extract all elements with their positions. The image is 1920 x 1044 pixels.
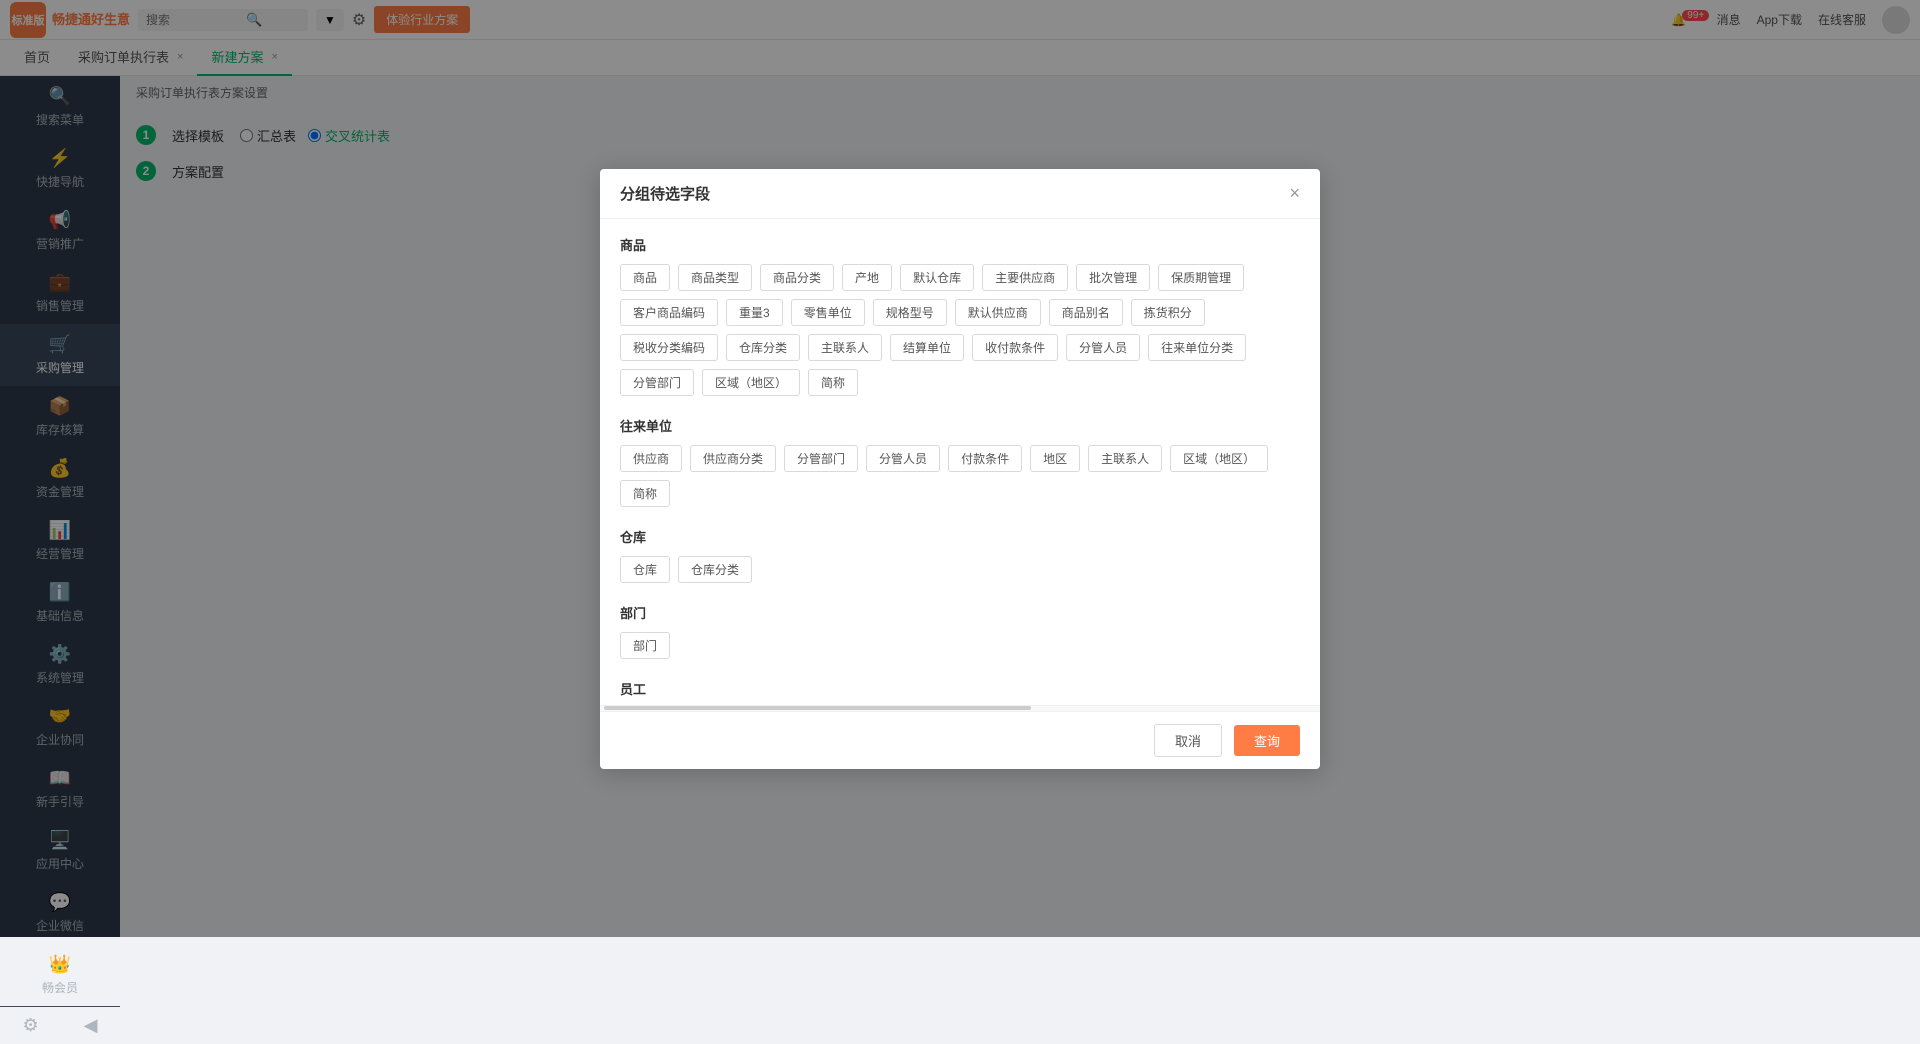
- modal-body: 商品 商品 商品类型 商品分类 产地 默认仓库 主要供应商 批次管理 保质期管理…: [600, 219, 1320, 705]
- field-tag-product-1[interactable]: 商品类型: [678, 264, 752, 291]
- field-tag-product-9[interactable]: 重量3: [726, 299, 783, 326]
- field-tag-product-21[interactable]: 往来单位分类: [1148, 334, 1246, 361]
- sidebar-item-member[interactable]: 👑 畅会员: [0, 944, 120, 1006]
- section-product-title: 商品: [620, 235, 1300, 254]
- field-tag-product-5[interactable]: 主要供应商: [982, 264, 1068, 291]
- field-tag-partner-5[interactable]: 地区: [1030, 445, 1080, 472]
- field-tag-product-17[interactable]: 主联系人: [808, 334, 882, 361]
- field-tag-product-4[interactable]: 默认仓库: [900, 264, 974, 291]
- field-tag-partner-3[interactable]: 分管人员: [866, 445, 940, 472]
- field-tag-partner-7[interactable]: 区域（地区）: [1170, 445, 1268, 472]
- field-tag-product-0[interactable]: 商品: [620, 264, 670, 291]
- field-tag-product-7[interactable]: 保质期管理: [1158, 264, 1244, 291]
- field-tag-product-19[interactable]: 收付款条件: [972, 334, 1058, 361]
- sidebar-expand-icon[interactable]: ◀: [84, 1015, 98, 1036]
- field-tag-product-3[interactable]: 产地: [842, 264, 892, 291]
- modal-header: 分组待选字段 ×: [600, 169, 1320, 219]
- modal-close-btn[interactable]: ×: [1289, 183, 1300, 204]
- field-tag-department-0[interactable]: 部门: [620, 632, 670, 659]
- field-tag-partner-1[interactable]: 供应商分类: [690, 445, 776, 472]
- field-tag-product-14[interactable]: 拣货积分: [1131, 299, 1205, 326]
- field-tag-product-24[interactable]: 简称: [808, 369, 858, 396]
- section-partner: 往来单位 供应商 供应商分类 分管部门 分管人员 付款条件 地区 主联系人 区域…: [620, 416, 1300, 507]
- section-employee-title: 员工: [620, 679, 1300, 698]
- sidebar-settings-icon[interactable]: ⚙: [23, 1015, 39, 1036]
- field-tag-product-6[interactable]: 批次管理: [1076, 264, 1150, 291]
- field-tag-warehouse-0[interactable]: 仓库: [620, 556, 670, 583]
- field-tag-product-16[interactable]: 仓库分类: [726, 334, 800, 361]
- hscroll-thumb: [604, 706, 1031, 710]
- modal-footer: 取消 查询: [600, 711, 1320, 769]
- partner-field-tags: 供应商 供应商分类 分管部门 分管人员 付款条件 地区 主联系人 区域（地区） …: [620, 445, 1300, 507]
- field-tag-product-18[interactable]: 结算单位: [890, 334, 964, 361]
- field-tag-partner-8[interactable]: 简称: [620, 480, 670, 507]
- field-tag-product-11[interactable]: 规格型号: [873, 299, 947, 326]
- field-tag-product-10[interactable]: 零售单位: [791, 299, 865, 326]
- section-partner-title: 往来单位: [620, 416, 1300, 435]
- modal-title: 分组待选字段: [620, 183, 710, 204]
- modal-confirm-btn[interactable]: 查询: [1234, 725, 1300, 756]
- field-tag-product-20[interactable]: 分管人员: [1066, 334, 1140, 361]
- department-field-tags: 部门: [620, 632, 1300, 659]
- section-employee: 员工 业务员: [620, 679, 1300, 705]
- product-field-tags: 商品 商品类型 商品分类 产地 默认仓库 主要供应商 批次管理 保质期管理 客户…: [620, 264, 1300, 396]
- member-icon: 👑: [49, 954, 71, 975]
- field-tag-partner-2[interactable]: 分管部门: [784, 445, 858, 472]
- section-warehouse-title: 仓库: [620, 527, 1300, 546]
- section-department: 部门 部门: [620, 603, 1300, 659]
- field-tag-product-15[interactable]: 税收分类编码: [620, 334, 718, 361]
- field-tag-product-2[interactable]: 商品分类: [760, 264, 834, 291]
- modal-cancel-btn[interactable]: 取消: [1154, 724, 1222, 757]
- field-tag-partner-4[interactable]: 付款条件: [948, 445, 1022, 472]
- warehouse-field-tags: 仓库 仓库分类: [620, 556, 1300, 583]
- field-tag-product-23[interactable]: 区域（地区）: [702, 369, 800, 396]
- field-selection-modal: 分组待选字段 × 商品 商品 商品类型 商品分类 产地 默认仓库 主要供应商 批…: [600, 169, 1320, 769]
- section-product: 商品 商品 商品类型 商品分类 产地 默认仓库 主要供应商 批次管理 保质期管理…: [620, 235, 1300, 396]
- section-warehouse: 仓库 仓库 仓库分类: [620, 527, 1300, 583]
- field-tag-warehouse-1[interactable]: 仓库分类: [678, 556, 752, 583]
- field-tag-partner-6[interactable]: 主联系人: [1088, 445, 1162, 472]
- section-department-title: 部门: [620, 603, 1300, 622]
- field-tag-product-22[interactable]: 分管部门: [620, 369, 694, 396]
- field-tag-partner-0[interactable]: 供应商: [620, 445, 682, 472]
- field-tag-product-8[interactable]: 客户商品编码: [620, 299, 718, 326]
- sidebar-item-member-label: 畅会员: [42, 979, 78, 996]
- field-tag-product-12[interactable]: 默认供应商: [955, 299, 1041, 326]
- field-tag-product-13[interactable]: 商品别名: [1049, 299, 1123, 326]
